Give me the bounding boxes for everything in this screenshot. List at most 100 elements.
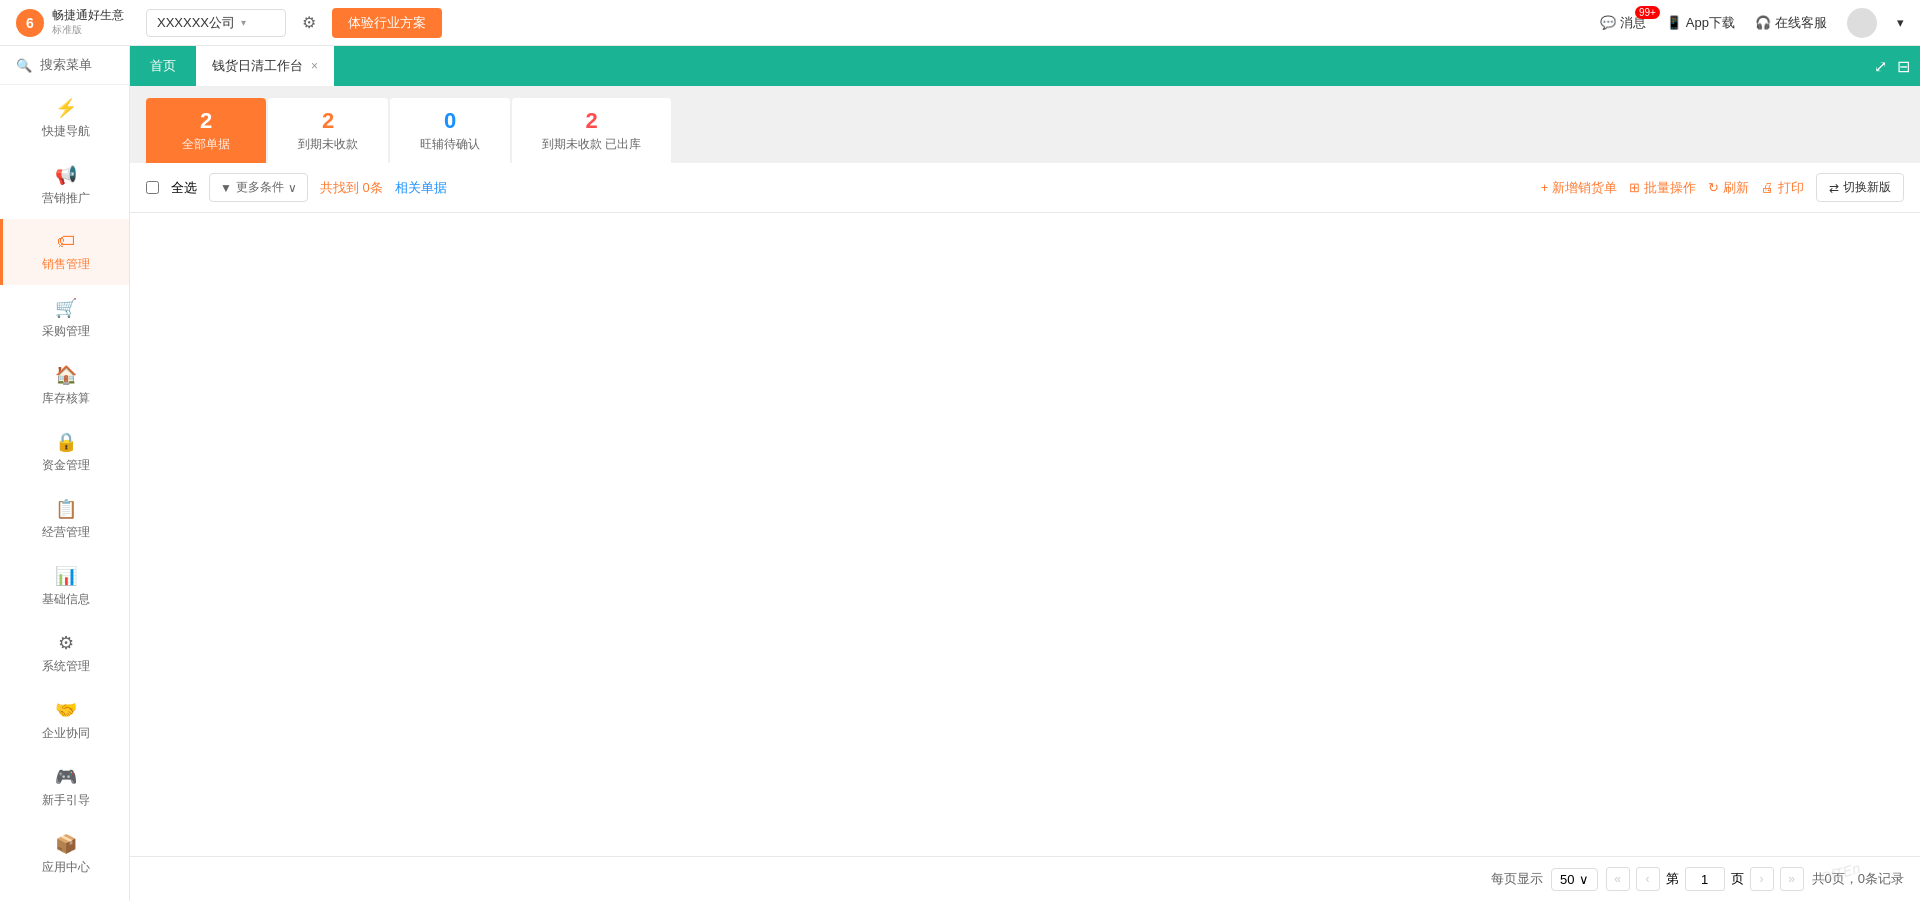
status-tab-wangwang[interactable]: 0 旺辅待确认 [390, 98, 510, 163]
operation-icon: 📋 [55, 498, 77, 520]
sidebar-item-basic[interactable]: 📊 基础信息 [0, 553, 129, 620]
page-total: 共0页，0条记录 [1812, 870, 1904, 888]
related-link[interactable]: 相关单据 [395, 179, 447, 197]
app-version: 标准版 [52, 23, 124, 37]
sidebar-item-label: 应用中心 [42, 859, 90, 876]
toolbar: 全选 ▼ 更多条件 ∨ 共找到 0条 相关单据 + 新增销货单 ⊞ 批量操作 ↻… [130, 163, 1920, 213]
page-input[interactable] [1685, 867, 1725, 891]
toolbar-right: + 新增销货单 ⊞ 批量操作 ↻ 刷新 🖨 打印 ⇄ 切换新版 [1541, 173, 1904, 202]
first-page-button[interactable]: « [1606, 867, 1630, 891]
sidebar-item-inventory[interactable]: 🏠 库存核算 [0, 352, 129, 419]
tab-count-overdue: 2 [322, 108, 334, 134]
system-icon: ⚙ [58, 632, 74, 654]
sidebar-item-coop[interactable]: 🤝 企业协同 [0, 687, 129, 754]
next-page-button[interactable]: › [1750, 867, 1774, 891]
tab-current[interactable]: 钱货日清工作台 × [196, 46, 334, 86]
settings-icon[interactable]: ⚙ [294, 8, 324, 38]
status-tab-overdue-out[interactable]: 2 到期未收款 已出库 [512, 98, 671, 163]
purchase-icon: 🛒 [55, 297, 77, 319]
refresh-button[interactable]: ↻ 刷新 [1708, 179, 1749, 197]
pagination: 每页显示 50 ∨ « ‹ 第 页 › » 共0页，0条记录 [130, 856, 1920, 901]
chevron-icon: ∨ [288, 181, 297, 195]
message-item[interactable]: 💬 消息 99+ [1600, 14, 1646, 32]
per-page-value: 50 [1560, 872, 1574, 887]
chevron-down-icon: ▾ [241, 17, 246, 28]
trial-button[interactable]: 体验行业方案 [332, 8, 442, 38]
avatar[interactable] [1847, 8, 1877, 38]
page-nav: « ‹ 第 页 › » [1606, 867, 1804, 891]
sidebar-item-marketing[interactable]: 📢 营销推广 [0, 152, 129, 219]
sidebar-item-quick-nav[interactable]: ⚡ 快捷导航 [0, 85, 129, 152]
service-label: 在线客服 [1775, 14, 1827, 32]
marketing-icon: 📢 [55, 164, 77, 186]
sidebar-item-label: 销售管理 [42, 256, 90, 273]
status-tabs: 2 全部单据 2 到期未收款 0 旺辅待确认 2 到期未收款 已出库 [130, 86, 1920, 163]
per-page-select[interactable]: 50 ∨ [1551, 868, 1597, 891]
status-tab-overdue[interactable]: 2 到期未收款 [268, 98, 388, 163]
sidebar-item-sales[interactable]: 🏷 销售管理 [0, 219, 129, 285]
sidebar-item-label: 快捷导航 [42, 123, 90, 140]
filter-button[interactable]: ▼ 更多条件 ∨ [209, 173, 308, 202]
tab-count-overdue-out: 2 [586, 108, 598, 134]
tab-actions: ⤢ ⊟ [1874, 57, 1920, 76]
apps-icon: 📦 [55, 833, 77, 855]
message-badge: 99+ [1635, 6, 1660, 19]
table-area [130, 213, 1920, 856]
sidebar-item-capital[interactable]: 🔒 资金管理 [0, 419, 129, 486]
last-page-button[interactable]: » [1780, 867, 1804, 891]
sidebar-item-label: 系统管理 [42, 658, 90, 675]
top-right-area: 💬 消息 99+ 📱 App下载 🎧 在线客服 ▾ [1600, 8, 1904, 38]
sidebar-item-operation[interactable]: 📋 经营管理 [0, 486, 129, 553]
guide-icon: 🎮 [55, 766, 77, 788]
service-item[interactable]: 🎧 在线客服 [1755, 14, 1827, 32]
tab-label-all: 全部单据 [182, 136, 230, 153]
page-label-prefix: 第 [1666, 870, 1679, 888]
search-menu-item[interactable]: 🔍 搜索菜单 [0, 46, 129, 85]
top-bar: 6 畅捷通好生意 标准版 XXXXXX公司 ▾ ⚙ 体验行业方案 💬 消息 99… [0, 0, 1920, 46]
message-icon: 💬 [1600, 15, 1616, 30]
main-content: 2 全部单据 2 到期未收款 0 旺辅待确认 2 到期未收款 已出库 全选 ▼ … [130, 86, 1920, 901]
user-name[interactable]: ▾ [1897, 15, 1904, 30]
switch-icon: ⇄ [1829, 181, 1839, 195]
tab-close-icon[interactable]: × [311, 59, 318, 73]
download-icon: 📱 [1666, 15, 1682, 30]
company-selector[interactable]: XXXXXX公司 ▾ [146, 9, 286, 37]
batch-button[interactable]: ⊞ 批量操作 [1629, 179, 1696, 197]
prev-page-button[interactable]: ‹ [1636, 867, 1660, 891]
quick-nav-icon: ⚡ [55, 97, 77, 119]
tab-expand-icon[interactable]: ⤢ [1874, 57, 1887, 76]
select-all-checkbox[interactable] [146, 181, 159, 194]
tab-label-overdue-out: 到期未收款 已出库 [542, 136, 641, 153]
app-name: 畅捷通好生意 [52, 8, 124, 24]
content-area: 2 全部单据 2 到期未收款 0 旺辅待确认 2 到期未收款 已出库 全选 ▼ … [130, 86, 1920, 901]
status-tab-all[interactable]: 2 全部单据 [146, 98, 266, 163]
tab-home[interactable]: 首页 [130, 46, 196, 86]
print-icon: 🖨 [1761, 180, 1774, 195]
tab-shrink-icon[interactable]: ⊟ [1897, 57, 1910, 76]
coop-icon: 🤝 [55, 699, 77, 721]
tab-label-wangwang: 旺辅待确认 [420, 136, 480, 153]
inventory-icon: 🏠 [55, 364, 77, 386]
select-all-label: 全选 [171, 179, 197, 197]
search-icon: 🔍 [16, 58, 32, 73]
company-name: XXXXXX公司 [157, 14, 235, 32]
service-icon: 🎧 [1755, 15, 1771, 30]
sidebar-item-guide[interactable]: 🎮 新手引导 [0, 754, 129, 821]
tab-label-overdue: 到期未收款 [298, 136, 358, 153]
sidebar-item-wechat[interactable]: 💬 企业微信 [0, 888, 129, 901]
add-sale-button[interactable]: + 新增销货单 [1541, 179, 1617, 197]
sidebar-item-purchase[interactable]: 🛒 采购管理 [0, 285, 129, 352]
download-item[interactable]: 📱 App下载 [1666, 14, 1735, 32]
filter-label: 更多条件 [236, 179, 284, 196]
sidebar-item-system[interactable]: ⚙ 系统管理 [0, 620, 129, 687]
tab-count-all: 2 [200, 108, 212, 134]
print-button[interactable]: 🖨 打印 [1761, 179, 1804, 197]
tab-current-label: 钱货日清工作台 [212, 57, 303, 75]
sales-icon: 🏷 [57, 231, 75, 252]
sidebar-item-label: 资金管理 [42, 457, 90, 474]
tab-count-wangwang: 0 [444, 108, 456, 134]
switch-version-button[interactable]: ⇄ 切换新版 [1816, 173, 1904, 202]
refresh-icon: ↻ [1708, 180, 1719, 195]
sidebar-item-apps[interactable]: 📦 应用中心 [0, 821, 129, 888]
sidebar-item-label: 经营管理 [42, 524, 90, 541]
